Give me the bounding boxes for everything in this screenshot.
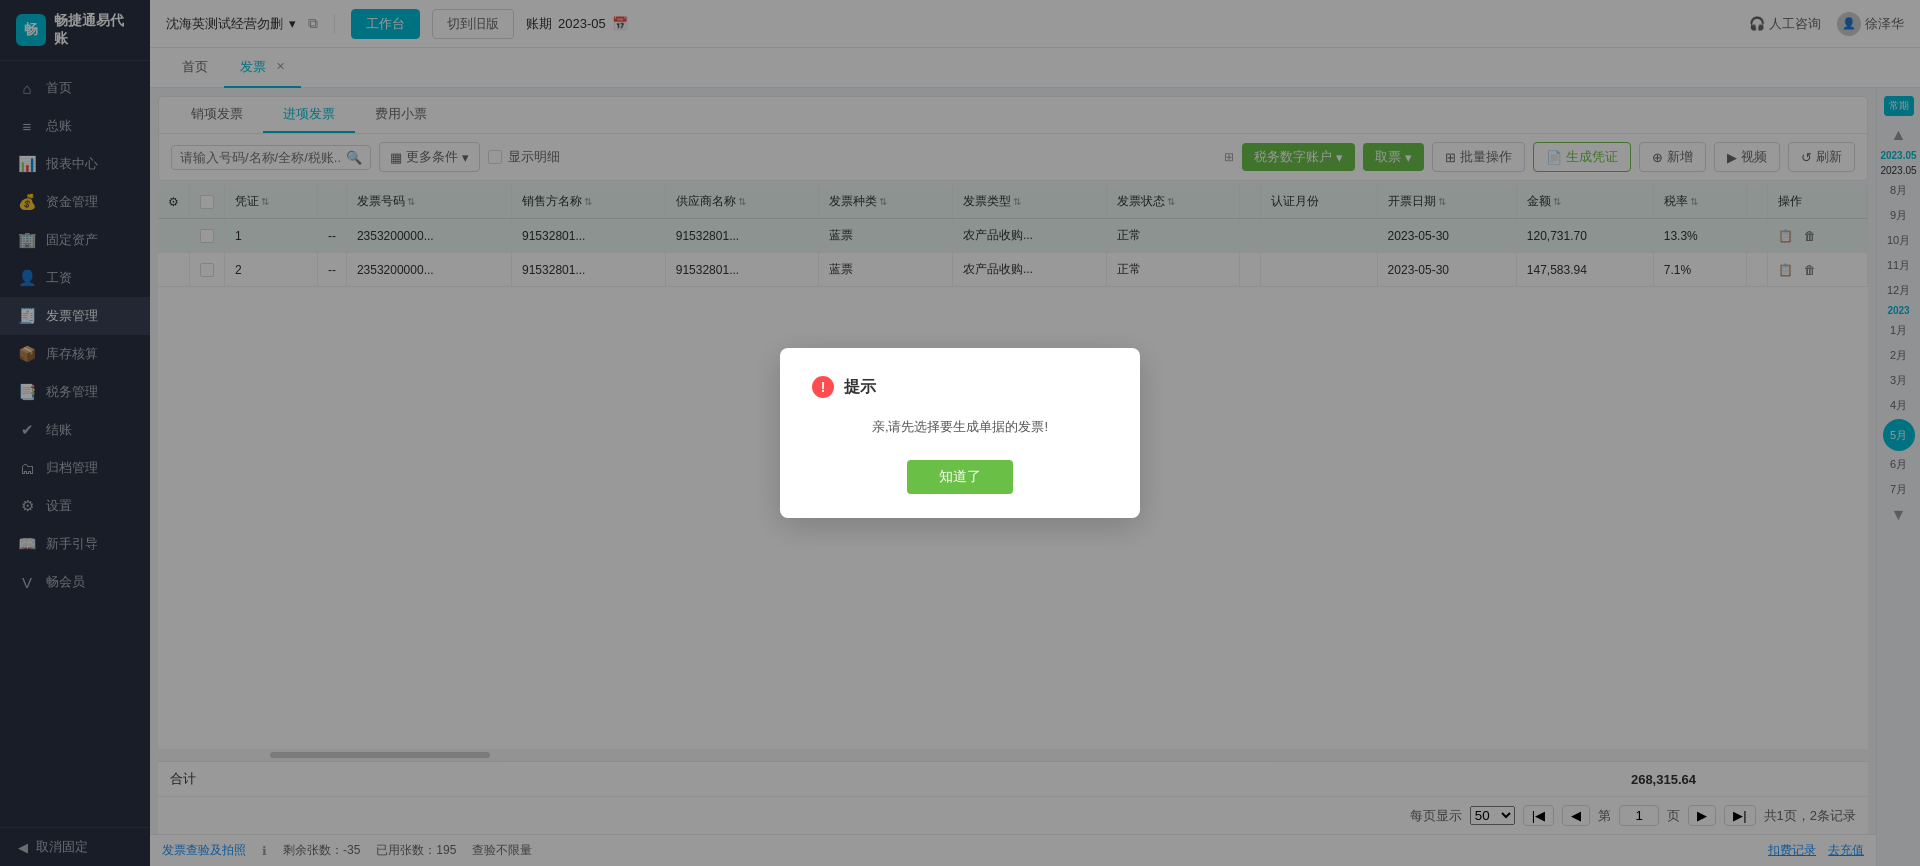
modal-body: 亲,请先选择要生成单据的发票! bbox=[812, 418, 1108, 436]
modal-ok-button[interactable]: 知道了 bbox=[907, 460, 1013, 494]
modal-footer: 知道了 bbox=[812, 460, 1108, 494]
modal-dialog: ! 提示 亲,请先选择要生成单据的发票! 知道了 bbox=[780, 348, 1140, 518]
modal-overlay: ! 提示 亲,请先选择要生成单据的发票! 知道了 bbox=[0, 0, 1920, 866]
modal-title: 提示 bbox=[844, 377, 876, 398]
modal-title-row: ! 提示 bbox=[812, 376, 1108, 398]
modal-warning-icon: ! bbox=[812, 376, 834, 398]
